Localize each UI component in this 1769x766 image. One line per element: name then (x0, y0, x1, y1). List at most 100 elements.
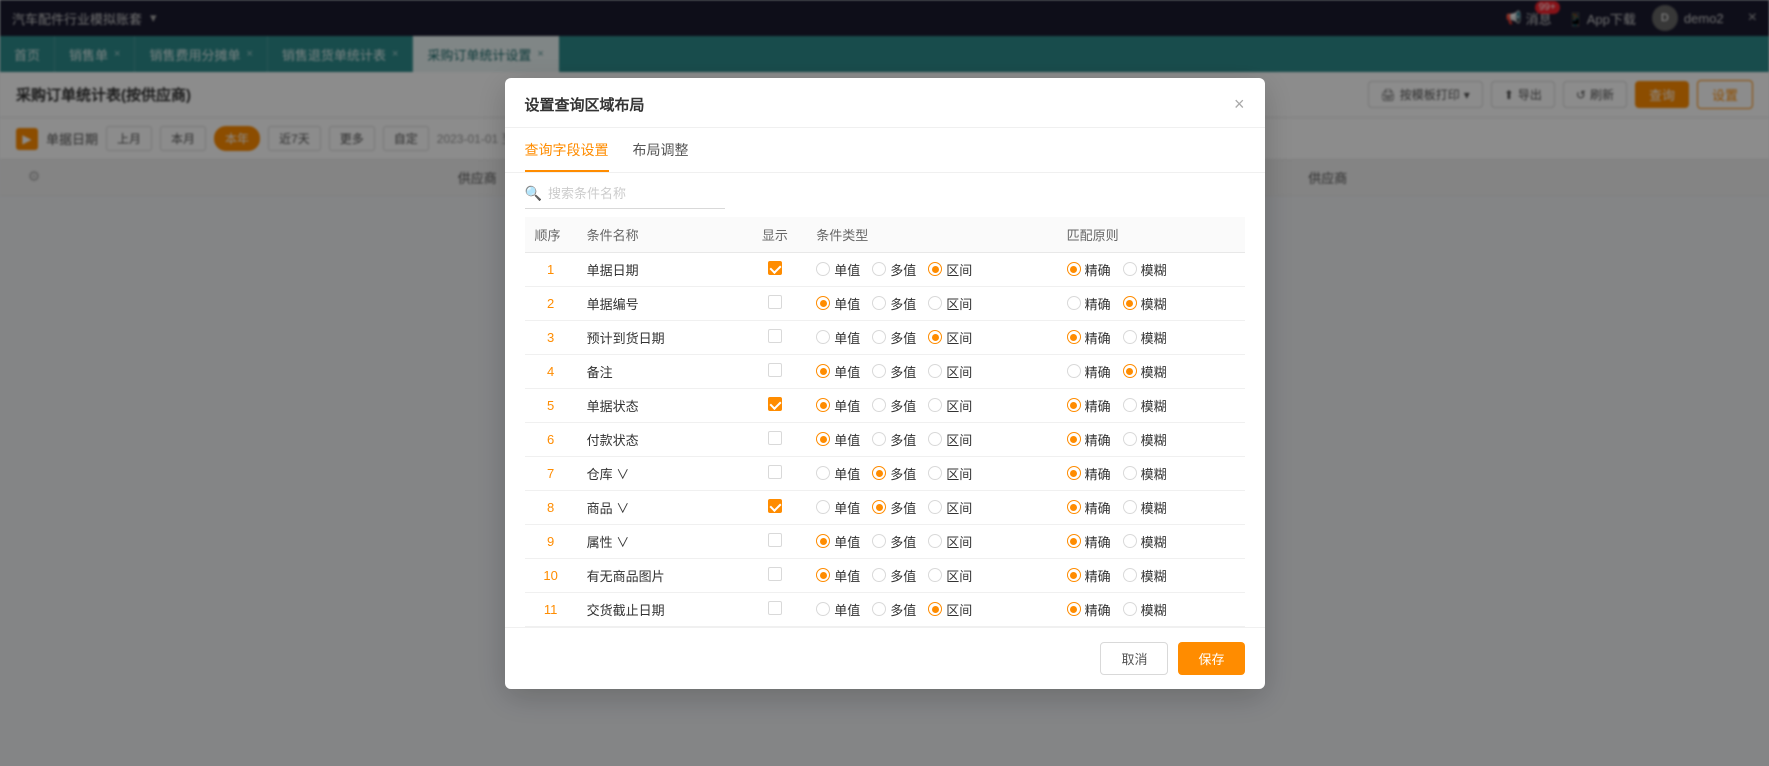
row-match: 精确模糊 (1057, 558, 1245, 592)
display-checkbox[interactable] (768, 397, 782, 411)
row-type: 单值多值区间 (806, 592, 1056, 626)
type-radio-type_multi[interactable]: 多值 (872, 362, 916, 381)
display-checkbox[interactable] (768, 295, 782, 309)
type-radio-type_multi[interactable]: 多值 (872, 566, 916, 585)
type-radio-type_range[interactable]: 区间 (928, 532, 972, 551)
match-radio-match_exact[interactable]: 精确 (1067, 294, 1111, 313)
row-display[interactable] (744, 252, 807, 286)
match-radio-match_fuzzy[interactable]: 模糊 (1123, 532, 1167, 551)
match-radio-match_fuzzy[interactable]: 模糊 (1123, 430, 1167, 449)
match-radio-match_exact[interactable]: 精确 (1067, 430, 1111, 449)
type-radio-type_single[interactable]: 单值 (816, 294, 860, 313)
match-radio-match_exact[interactable]: 精确 (1067, 328, 1111, 347)
match-radio-match_fuzzy[interactable]: 模糊 (1123, 260, 1167, 279)
row-display[interactable] (744, 422, 807, 456)
radio-dot (872, 534, 886, 548)
match-radio-match_fuzzy[interactable]: 模糊 (1123, 294, 1167, 313)
match-radio-match_fuzzy[interactable]: 模糊 (1123, 396, 1167, 415)
radio-dot (928, 296, 942, 310)
type-radio-type_range[interactable]: 区间 (928, 498, 972, 517)
radio-dot (816, 262, 830, 276)
type-radio-type_single[interactable]: 单值 (816, 532, 860, 551)
type-radio-type_single[interactable]: 单值 (816, 464, 860, 483)
type-radio-type_range[interactable]: 区间 (928, 260, 972, 279)
match-radio-match_exact[interactable]: 精确 (1067, 566, 1111, 585)
row-type: 单值多值区间 (806, 388, 1056, 422)
display-checkbox[interactable] (768, 329, 782, 343)
type-radio-type_range[interactable]: 区间 (928, 396, 972, 415)
table-row: 3预计到货日期单值多值区间精确模糊 (525, 320, 1245, 354)
match-radio-match_exact[interactable]: 精确 (1067, 362, 1111, 381)
type-radio-type_multi[interactable]: 多值 (872, 328, 916, 347)
type-radio-type_single[interactable]: 单值 (816, 260, 860, 279)
modal-tab-query-fields[interactable]: 查询字段设置 (525, 140, 609, 172)
match-radio-match_fuzzy[interactable]: 模糊 (1123, 600, 1167, 619)
type-radio-type_single[interactable]: 单值 (816, 498, 860, 517)
type-radio-type_multi[interactable]: 多值 (872, 464, 916, 483)
modal-tab-layout[interactable]: 布局调整 (633, 140, 689, 172)
modal-title: 设置查询区域布局 (525, 94, 645, 115)
row-display[interactable] (744, 320, 807, 354)
radio-dot (816, 296, 830, 310)
match-radio-match_exact[interactable]: 精确 (1067, 498, 1111, 517)
row-display[interactable] (744, 524, 807, 558)
type-radio-type_multi[interactable]: 多值 (872, 396, 916, 415)
match-radio-match_fuzzy[interactable]: 模糊 (1123, 362, 1167, 381)
match-radio-dot (1067, 534, 1081, 548)
display-checkbox[interactable] (768, 533, 782, 547)
display-checkbox[interactable] (768, 465, 782, 479)
match-radio-match_exact[interactable]: 精确 (1067, 464, 1111, 483)
type-radio-type_single[interactable]: 单值 (816, 362, 860, 381)
type-radio-type_range[interactable]: 区间 (928, 600, 972, 619)
row-display[interactable] (744, 456, 807, 490)
row-display[interactable] (744, 490, 807, 524)
type-radio-type_single[interactable]: 单值 (816, 328, 860, 347)
row-display[interactable] (744, 592, 807, 626)
radio-dot (872, 568, 886, 582)
row-display[interactable] (744, 286, 807, 320)
type-radio-type_range[interactable]: 区间 (928, 362, 972, 381)
type-radio-type_single[interactable]: 单值 (816, 396, 860, 415)
match-radio-match_fuzzy[interactable]: 模糊 (1123, 464, 1167, 483)
type-radio-type_multi[interactable]: 多值 (872, 532, 916, 551)
type-radio-type_multi[interactable]: 多值 (872, 430, 916, 449)
row-display[interactable] (744, 558, 807, 592)
row-display[interactable] (744, 388, 807, 422)
cancel-button[interactable]: 取消 (1100, 642, 1168, 675)
save-button[interactable]: 保存 (1178, 642, 1244, 675)
type-radio-type_single[interactable]: 单值 (816, 430, 860, 449)
match-radio-match_fuzzy[interactable]: 模糊 (1123, 498, 1167, 517)
row-type: 单值多值区间 (806, 354, 1056, 388)
display-checkbox[interactable] (768, 601, 782, 615)
search-input[interactable] (548, 186, 708, 201)
match-radio-match_fuzzy[interactable]: 模糊 (1123, 566, 1167, 585)
type-radio-type_multi[interactable]: 多值 (872, 498, 916, 517)
display-checkbox[interactable] (768, 363, 782, 377)
match-radio-match_exact[interactable]: 精确 (1067, 260, 1111, 279)
type-radio-type_range[interactable]: 区间 (928, 566, 972, 585)
match-radio-dot (1067, 602, 1081, 616)
display-checkbox[interactable] (768, 567, 782, 581)
display-checkbox[interactable] (768, 499, 782, 513)
type-radio-type_multi[interactable]: 多值 (872, 260, 916, 279)
match-radio-match_exact[interactable]: 精确 (1067, 600, 1111, 619)
match-radio-match_fuzzy[interactable]: 模糊 (1123, 328, 1167, 347)
radio-dot (816, 568, 830, 582)
display-checkbox[interactable] (768, 431, 782, 445)
display-checkbox[interactable] (768, 261, 782, 275)
match-radio-match_exact[interactable]: 精确 (1067, 532, 1111, 551)
type-radio-type_range[interactable]: 区间 (928, 430, 972, 449)
type-radio-type_range[interactable]: 区间 (928, 464, 972, 483)
type-radio-type_range[interactable]: 区间 (928, 294, 972, 313)
type-radio-type_multi[interactable]: 多值 (872, 294, 916, 313)
type-radio-type_multi[interactable]: 多值 (872, 600, 916, 619)
radio-dot (928, 568, 942, 582)
row-display[interactable] (744, 354, 807, 388)
radio-dot (872, 466, 886, 480)
match-radio-match_exact[interactable]: 精确 (1067, 396, 1111, 415)
type-radio-type_single[interactable]: 单值 (816, 600, 860, 619)
row-order: 10 (525, 558, 577, 592)
modal-close-button[interactable]: × (1234, 95, 1245, 113)
type-radio-type_single[interactable]: 单值 (816, 566, 860, 585)
type-radio-type_range[interactable]: 区间 (928, 328, 972, 347)
